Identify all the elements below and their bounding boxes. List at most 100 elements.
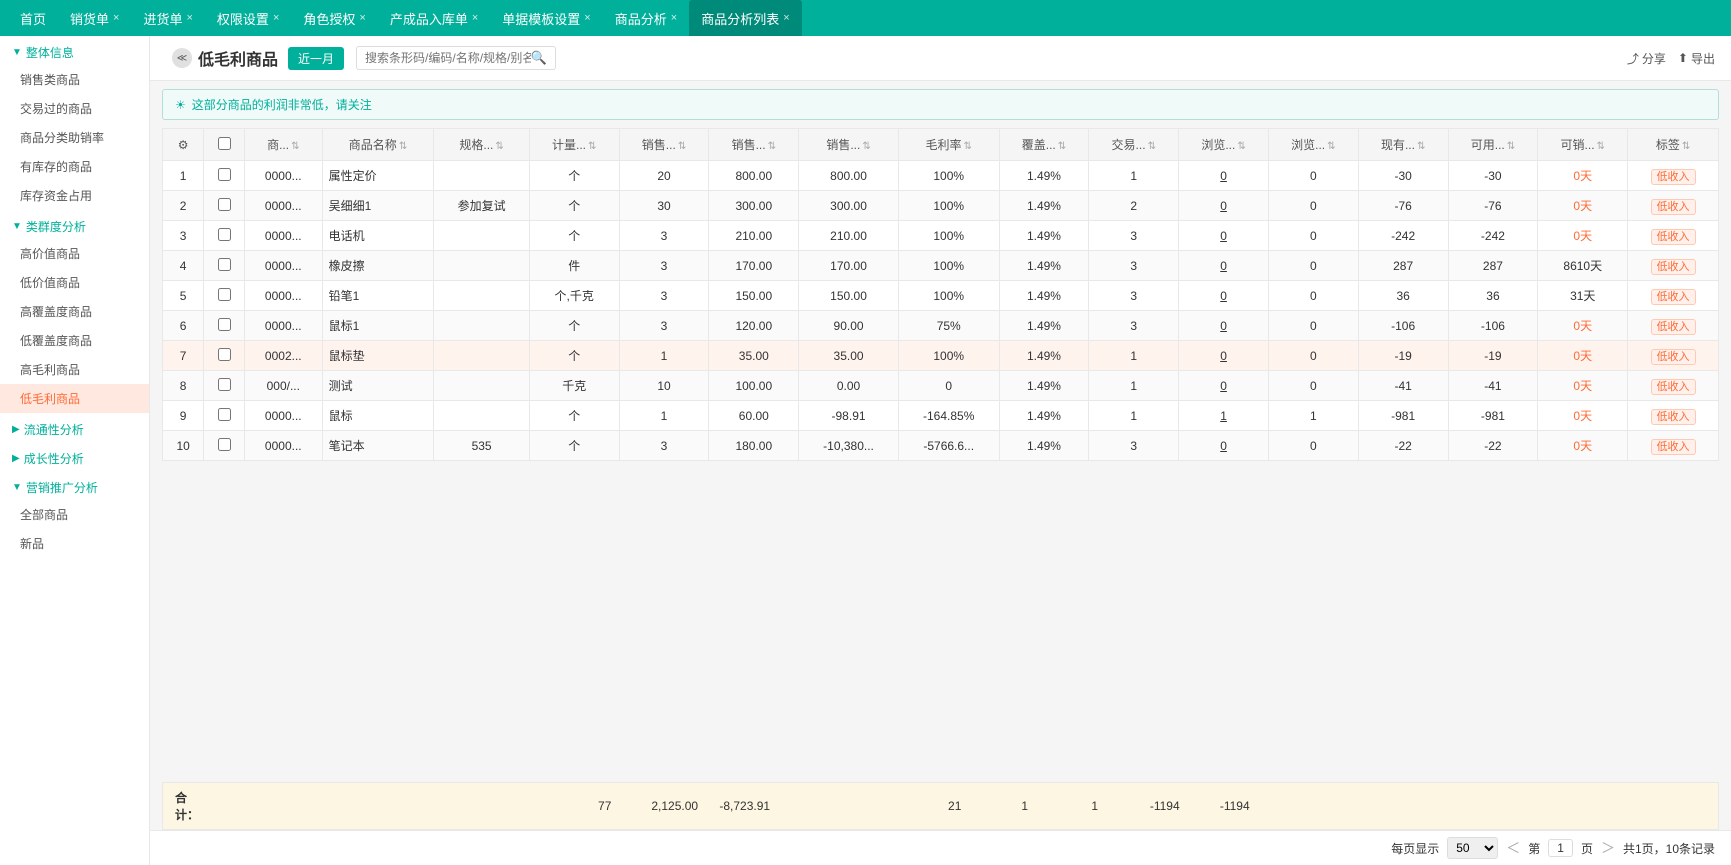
- row-view2: 0: [1268, 281, 1358, 311]
- content-header: ≪ 低毛利商品 近一月 🔍 ⤴ 分享 ⬆ 导出: [150, 36, 1731, 81]
- row-view1[interactable]: 0: [1179, 161, 1269, 191]
- table-container: ⚙ 商...⇅ 商品名称⇅ 规格...⇅ 计量...⇅ 销售...⇅ 销售...…: [150, 128, 1731, 782]
- sidebar-item-stock-capital[interactable]: 库存资金占用: [0, 181, 149, 210]
- nav-permission-close[interactable]: ×: [273, 12, 279, 24]
- nav-product-entry-close[interactable]: ×: [472, 12, 478, 24]
- th-sales-qty: 销售...⇅: [619, 129, 709, 161]
- nav-product-analysis-close[interactable]: ×: [671, 12, 677, 24]
- sidebar-group-marketing[interactable]: ▼ 营销推广分析: [0, 471, 149, 500]
- time-filter-button[interactable]: 近一月: [288, 47, 344, 70]
- sidebar-item-low-coverage[interactable]: 低覆盖度商品: [0, 326, 149, 355]
- th-view2: 浏览...⇅: [1268, 129, 1358, 161]
- row-checkbox[interactable]: [204, 161, 245, 191]
- sidebar-group-circulation[interactable]: ▶ 流通性分析: [0, 413, 149, 442]
- select-all-checkbox[interactable]: [218, 137, 231, 150]
- sidebar-group-growth[interactable]: ▶ 成长性分析: [0, 442, 149, 471]
- row-no: 6: [163, 311, 204, 341]
- nav-product-analysis-list-close[interactable]: ×: [783, 12, 789, 24]
- th-spec: 规格...⇅: [434, 129, 529, 161]
- row-available: -30: [1448, 161, 1538, 191]
- row-checkbox[interactable]: [204, 191, 245, 221]
- prev-page-btn[interactable]: ＜: [1506, 838, 1520, 858]
- row-view2: 1: [1268, 401, 1358, 431]
- nav-sales-order-close[interactable]: ×: [113, 12, 119, 24]
- sidebar-item-stock-goods[interactable]: 有库存的商品: [0, 152, 149, 181]
- nav-product-analysis-list[interactable]: 商品分析列表 ×: [689, 0, 801, 36]
- row-checkbox[interactable]: [204, 431, 245, 461]
- row-checkbox[interactable]: [204, 311, 245, 341]
- sidebar-item-low-value[interactable]: 低价值商品: [0, 268, 149, 297]
- row-no: 4: [163, 251, 204, 281]
- nav-permission[interactable]: 权限设置 ×: [205, 0, 291, 36]
- row-view1[interactable]: 0: [1179, 221, 1269, 251]
- next-page-btn[interactable]: ＞: [1601, 838, 1615, 858]
- row-tag: 低收入: [1628, 251, 1719, 281]
- sidebar-item-high-margin[interactable]: 高毛利商品: [0, 355, 149, 384]
- nav-home[interactable]: 首页: [8, 0, 58, 36]
- row-trade-count: 1: [1089, 341, 1179, 371]
- row-sales-amt: 100.00: [709, 371, 799, 401]
- sidebar-group-cluster[interactable]: ▼ 类群度分析: [0, 210, 149, 239]
- row-view1[interactable]: 0: [1179, 341, 1269, 371]
- sidebar-item-new-goods[interactable]: 新品: [0, 529, 149, 558]
- sidebar-group-overall[interactable]: ▼ 整体信息: [0, 36, 149, 65]
- row-unit: 个: [529, 221, 619, 251]
- row-sales-profit: 90.00: [799, 311, 899, 341]
- row-trade-count: 1: [1089, 161, 1179, 191]
- row-trade-count: 2: [1089, 191, 1179, 221]
- row-current-stock: -22: [1358, 431, 1448, 461]
- nav-template-setting-close[interactable]: ×: [584, 12, 590, 24]
- row-current-stock: 36: [1358, 281, 1448, 311]
- row-view1[interactable]: 0: [1179, 251, 1269, 281]
- collapse-sidebar-btn[interactable]: ≪: [172, 48, 192, 68]
- sidebar: ▼ 整体信息 销售类商品 交易过的商品 商品分类助销率 有库存的商品 库存资金占…: [0, 36, 150, 865]
- row-checkbox[interactable]: [204, 281, 245, 311]
- row-view1[interactable]: 0: [1179, 311, 1269, 341]
- nav-role-auth[interactable]: 角色授权 ×: [291, 0, 377, 36]
- row-sellable: 0天: [1538, 191, 1628, 221]
- nav-role-auth-close[interactable]: ×: [359, 12, 365, 24]
- nav-purchase-order-close[interactable]: ×: [186, 12, 192, 24]
- sidebar-item-traded-goods[interactable]: 交易过的商品: [0, 94, 149, 123]
- row-checkbox[interactable]: [204, 221, 245, 251]
- row-view1[interactable]: 0: [1179, 281, 1269, 311]
- th-checkbox[interactable]: [204, 129, 245, 161]
- nav-product-analysis[interactable]: 商品分析 ×: [603, 0, 689, 36]
- nav-purchase-order[interactable]: 进货单 ×: [131, 0, 204, 36]
- sidebar-item-sales-goods[interactable]: 销售类商品: [0, 65, 149, 94]
- nav-sales-order[interactable]: 销货单 ×: [58, 0, 131, 36]
- export-button[interactable]: ⬆ 导出: [1678, 50, 1715, 67]
- row-name: 鼠标: [322, 401, 434, 431]
- sidebar-item-category-rate[interactable]: 商品分类助销率: [0, 123, 149, 152]
- row-view1[interactable]: 1: [1179, 401, 1269, 431]
- row-view1[interactable]: 0: [1179, 191, 1269, 221]
- search-input[interactable]: [365, 51, 531, 65]
- row-sales-profit: 150.00: [799, 281, 899, 311]
- current-page: 1: [1548, 839, 1573, 857]
- nav-template-setting[interactable]: 单据模板设置 ×: [490, 0, 602, 36]
- row-code: 0000...: [244, 311, 322, 341]
- sidebar-item-high-value[interactable]: 高价值商品: [0, 239, 149, 268]
- row-view2: 0: [1268, 371, 1358, 401]
- sidebar-group-growth-arrow: ▶: [12, 453, 20, 464]
- row-view1[interactable]: 0: [1179, 431, 1269, 461]
- th-settings[interactable]: ⚙: [163, 129, 204, 161]
- row-checkbox[interactable]: [204, 341, 245, 371]
- sidebar-item-all-goods[interactable]: 全部商品: [0, 500, 149, 529]
- row-checkbox[interactable]: [204, 251, 245, 281]
- row-checkbox[interactable]: [204, 371, 245, 401]
- nav-product-entry[interactable]: 产成品入库单 ×: [378, 0, 490, 36]
- per-page-select[interactable]: 50 20 100: [1447, 837, 1498, 859]
- row-checkbox[interactable]: [204, 401, 245, 431]
- page-label: 第: [1528, 840, 1540, 857]
- row-code: 0000...: [244, 251, 322, 281]
- row-view1[interactable]: 0: [1179, 371, 1269, 401]
- row-gross-margin: 100%: [898, 161, 999, 191]
- sidebar-item-low-margin[interactable]: 低毛利商品: [0, 384, 149, 413]
- total-trade-count: 21: [920, 799, 990, 813]
- row-name: 笔记本: [322, 431, 434, 461]
- table-row: 7 0002... 鼠标垫 个 1 35.00 35.00 100% 1.49%…: [163, 341, 1719, 371]
- share-button[interactable]: ⤴ 分享: [1627, 50, 1666, 67]
- row-no: 2: [163, 191, 204, 221]
- sidebar-item-high-coverage[interactable]: 高覆盖度商品: [0, 297, 149, 326]
